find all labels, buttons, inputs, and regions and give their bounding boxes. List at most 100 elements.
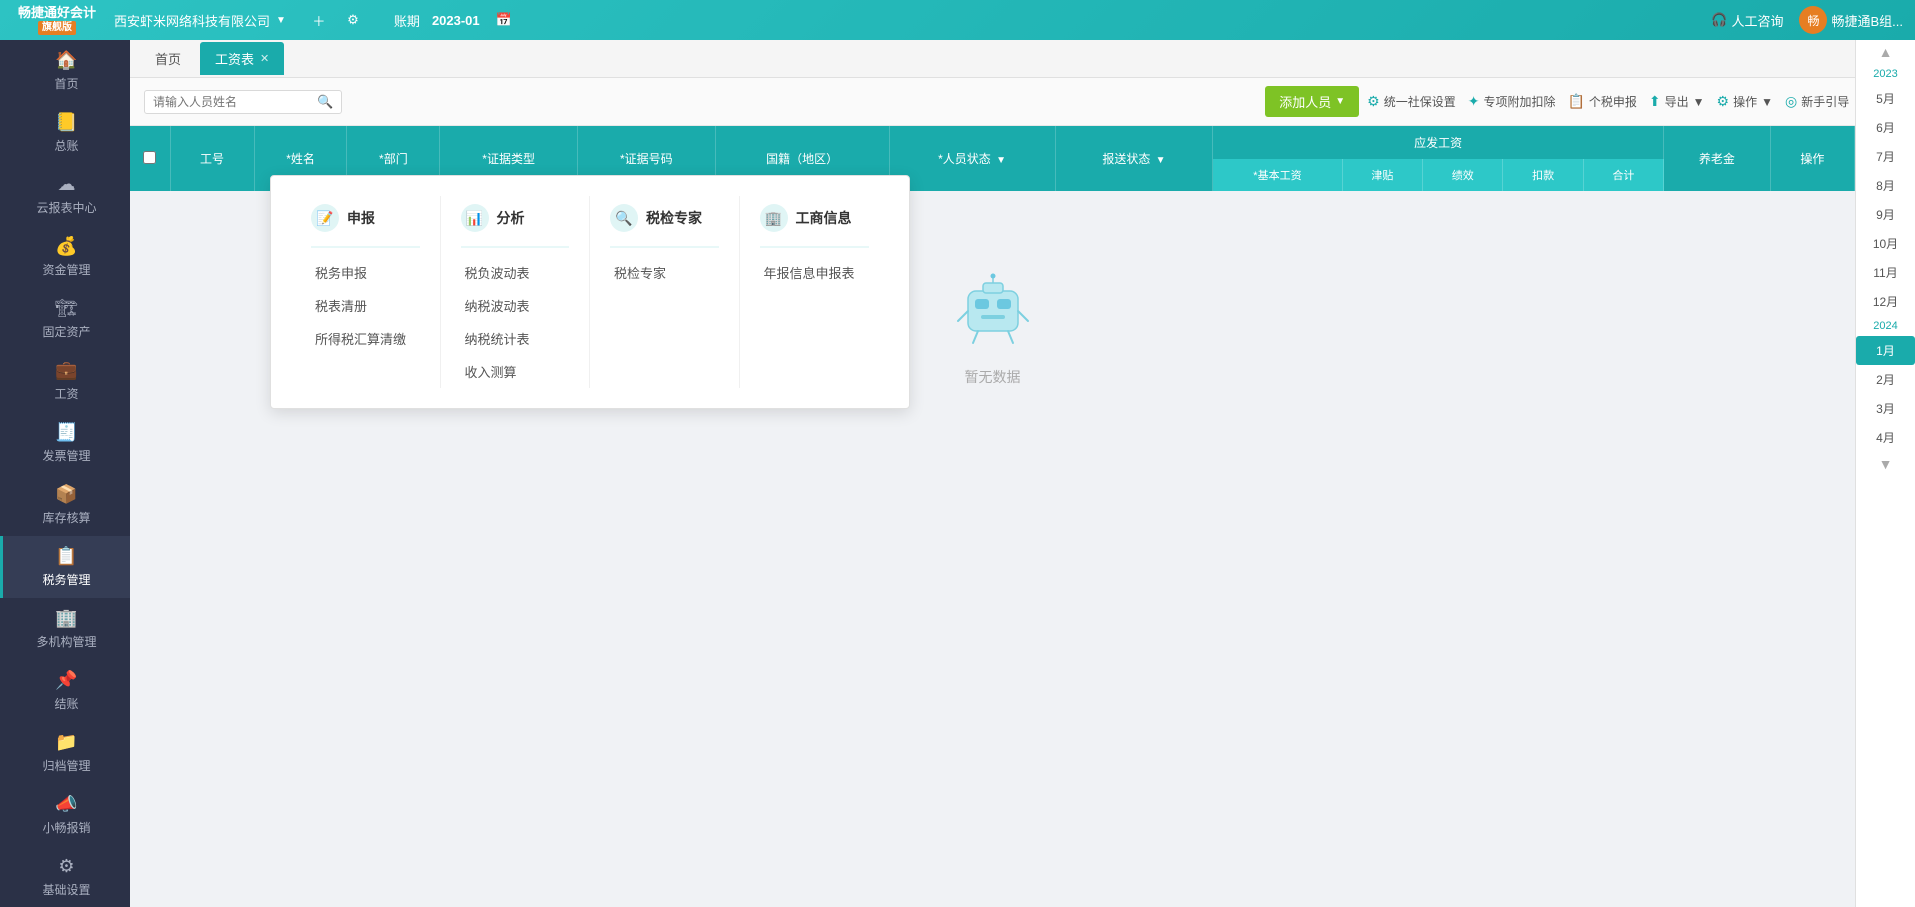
add-person-button[interactable]: 添加人员 ▼ bbox=[1265, 86, 1359, 117]
search-wrap[interactable]: 🔍 bbox=[144, 90, 342, 114]
menu-item-tax-expert[interactable]: 税检专家 bbox=[610, 256, 719, 289]
tax-declaration-btn[interactable]: 📋 个税申报 bbox=[1567, 93, 1636, 110]
sidebar-item-ledger[interactable]: 📒 总账 bbox=[0, 102, 130, 164]
sidebar-item-payroll[interactable]: 💼 工资 bbox=[0, 350, 130, 412]
cal-month-8[interactable]: 8月 bbox=[1856, 171, 1915, 200]
sidebar-item-assets[interactable]: 🏗 固定资产 bbox=[0, 288, 130, 350]
cal-month-1[interactable]: 1月 bbox=[1856, 336, 1915, 365]
menu-item-income-estimate[interactable]: 收入测算 bbox=[461, 355, 570, 388]
menu-section-shuijian: 🔍 税检专家 税检专家 bbox=[590, 196, 740, 388]
home-icon: 🏠 bbox=[55, 50, 77, 71]
add-company-icon[interactable]: ＋ bbox=[306, 7, 332, 33]
sidebar-label-multi-org: 多机构管理 bbox=[36, 633, 96, 650]
operation-btn[interactable]: ⚙ 操作 ▼ bbox=[1717, 93, 1773, 110]
menu-item-annual-report[interactable]: 年报信息申报表 bbox=[760, 256, 870, 289]
close-books-icon: 📌 bbox=[55, 670, 77, 691]
dropdown-menu: 📝 申报 税务申报 税表清册 所得税汇算清缴 📊 分析 bbox=[270, 175, 910, 409]
cal-month-2[interactable]: 2月 bbox=[1856, 365, 1915, 394]
export-chevron-icon: ▼ bbox=[1693, 95, 1705, 109]
toolbar-actions: ⚙ 统一社保设置 ✦ 专项附加扣除 📋 个税申报 ⬆ 导出 ▼ ⚙ bbox=[1367, 93, 1901, 110]
sidebar-item-home[interactable]: 🏠 首页 bbox=[0, 40, 130, 102]
help-btn[interactable]: 🎧 人工咨询 bbox=[1711, 11, 1783, 30]
special-deduction-btn[interactable]: ✦ 专项附加扣除 bbox=[1468, 93, 1556, 110]
menu-header-shenb: 📝 申报 bbox=[311, 196, 420, 248]
tax-declaration-label: 个税申报 bbox=[1589, 93, 1637, 110]
social-security-label: 统一社保设置 bbox=[1384, 93, 1456, 110]
menu-item-tax-form[interactable]: 税表清册 bbox=[311, 289, 420, 322]
archive-icon: 📁 bbox=[55, 732, 77, 753]
sidebar-item-archive[interactable]: 📁 归档管理 bbox=[0, 722, 130, 784]
menu-section-gongshang: 🏢 工商信息 年报信息申报表 bbox=[740, 196, 890, 388]
menu-item-tax-wave[interactable]: 纳税波动表 bbox=[461, 289, 570, 322]
sidebar-label-home: 首页 bbox=[54, 75, 78, 92]
sidebar-item-invoice[interactable]: 🧾 发票管理 bbox=[0, 412, 130, 474]
report-filter-icon[interactable]: ▼ bbox=[1156, 155, 1166, 166]
funds-icon: 💰 bbox=[55, 236, 77, 257]
search-icon[interactable]: 🔍 bbox=[317, 94, 333, 110]
col-pension-header: 养老金 bbox=[1664, 126, 1771, 191]
cal-prev-btn[interactable]: ▲ bbox=[1874, 40, 1898, 64]
export-label: 导出 bbox=[1665, 93, 1689, 110]
menu-item-tax-settle[interactable]: 所得税汇算清缴 bbox=[311, 322, 420, 355]
tab-close-icon[interactable]: ✕ bbox=[260, 52, 269, 65]
cal-next-btn[interactable]: ▼ bbox=[1874, 452, 1898, 476]
select-all-checkbox[interactable] bbox=[143, 151, 156, 164]
tab-home-label: 首页 bbox=[155, 49, 181, 68]
menu-item-tax-burden[interactable]: 税负波动表 bbox=[461, 256, 570, 289]
export-btn[interactable]: ⬆ 导出 ▼ bbox=[1649, 93, 1705, 110]
calendar-icon[interactable]: 📅 bbox=[496, 12, 512, 28]
cal-month-5[interactable]: 5月 bbox=[1856, 84, 1915, 113]
ledger-icon: 📒 bbox=[55, 112, 77, 133]
col-deduct-header: 扣款 bbox=[1503, 159, 1583, 191]
sidebar-item-cloud[interactable]: ☁ 云报表中心 bbox=[0, 164, 130, 226]
cal-month-7[interactable]: 7月 bbox=[1856, 142, 1915, 171]
cloud-icon: ☁ bbox=[58, 174, 76, 195]
menu-item-tax-declaration[interactable]: 税务申报 bbox=[311, 256, 420, 289]
menu-item-tax-stats[interactable]: 纳税统计表 bbox=[461, 322, 570, 355]
sidebar-item-expense[interactable]: 📣 小畅报销 bbox=[0, 784, 130, 846]
sidebar-item-funds[interactable]: 💰 资金管理 bbox=[0, 226, 130, 288]
tab-bar: 首页 工资表 ✕ bbox=[130, 40, 1915, 78]
cal-month-6[interactable]: 6月 bbox=[1856, 113, 1915, 142]
org-icon: 🏢 bbox=[55, 608, 77, 629]
tab-payroll[interactable]: 工资表 ✕ bbox=[200, 42, 284, 75]
shenb-title: 申报 bbox=[347, 208, 375, 228]
sidebar-item-close[interactable]: 📌 结账 bbox=[0, 660, 130, 722]
cal-month-9[interactable]: 9月 bbox=[1856, 200, 1915, 229]
social-security-btn[interactable]: ⚙ 统一社保设置 bbox=[1367, 93, 1456, 110]
menu-section-fenxi: 📊 分析 税负波动表 纳税波动表 纳税统计表 收入测算 bbox=[441, 196, 591, 388]
sidebar-item-multi-org[interactable]: 🏢 多机构管理 bbox=[0, 598, 130, 660]
guide-action-icon: ◎ bbox=[1785, 93, 1797, 110]
tab-home[interactable]: 首页 bbox=[140, 42, 196, 75]
avatar: 畅 bbox=[1799, 6, 1827, 34]
menu-header-gongshang: 🏢 工商信息 bbox=[760, 196, 870, 248]
col-base-wage-header: *基本工资 bbox=[1213, 159, 1342, 191]
cal-year-2023: 2023 bbox=[1873, 64, 1897, 84]
cal-month-4[interactable]: 4月 bbox=[1856, 423, 1915, 452]
logo-badge: 旗舰版 bbox=[38, 21, 76, 35]
help-icon: 🎧 bbox=[1711, 12, 1727, 28]
logo-text: 畅捷通好会计 bbox=[18, 5, 96, 21]
search-input[interactable] bbox=[153, 95, 313, 109]
company-selector[interactable]: 西安虾米网络科技有限公司 ▼ bbox=[114, 11, 286, 30]
cal-month-12[interactable]: 12月 bbox=[1856, 287, 1915, 316]
status-filter-icon[interactable]: ▼ bbox=[996, 155, 1006, 166]
guide-btn[interactable]: ◎ 新手引导 bbox=[1785, 93, 1849, 110]
cal-month-10[interactable]: 10月 bbox=[1856, 229, 1915, 258]
gongshang-title: 工商信息 bbox=[796, 208, 852, 228]
guide-action-label: 新手引导 bbox=[1801, 93, 1849, 110]
cal-month-3[interactable]: 3月 bbox=[1856, 394, 1915, 423]
sidebar-label-ledger: 总账 bbox=[54, 137, 78, 154]
payroll-icon: 💼 bbox=[55, 360, 77, 381]
sidebar-item-tax[interactable]: 📋 税务管理 bbox=[0, 536, 130, 598]
settings-icon[interactable]: ⚙ bbox=[340, 7, 366, 33]
sidebar-item-settings[interactable]: ⚙ 基础设置 bbox=[0, 846, 130, 907]
sidebar-label-cloud: 云报表中心 bbox=[36, 199, 96, 216]
special-deduction-icon: ✦ bbox=[1468, 93, 1480, 110]
calendar-panel: ▲ 2023 5月 6月 7月 8月 9月 10月 11月 12月 2024 1… bbox=[1855, 40, 1915, 907]
user-menu[interactable]: 畅 畅捷通B组... bbox=[1799, 6, 1903, 34]
cal-year-2024: 2024 bbox=[1873, 316, 1897, 336]
sidebar-item-inventory[interactable]: 📦 库存核算 bbox=[0, 474, 130, 536]
operation-chevron-icon: ▼ bbox=[1761, 95, 1773, 109]
cal-month-11[interactable]: 11月 bbox=[1856, 258, 1915, 287]
